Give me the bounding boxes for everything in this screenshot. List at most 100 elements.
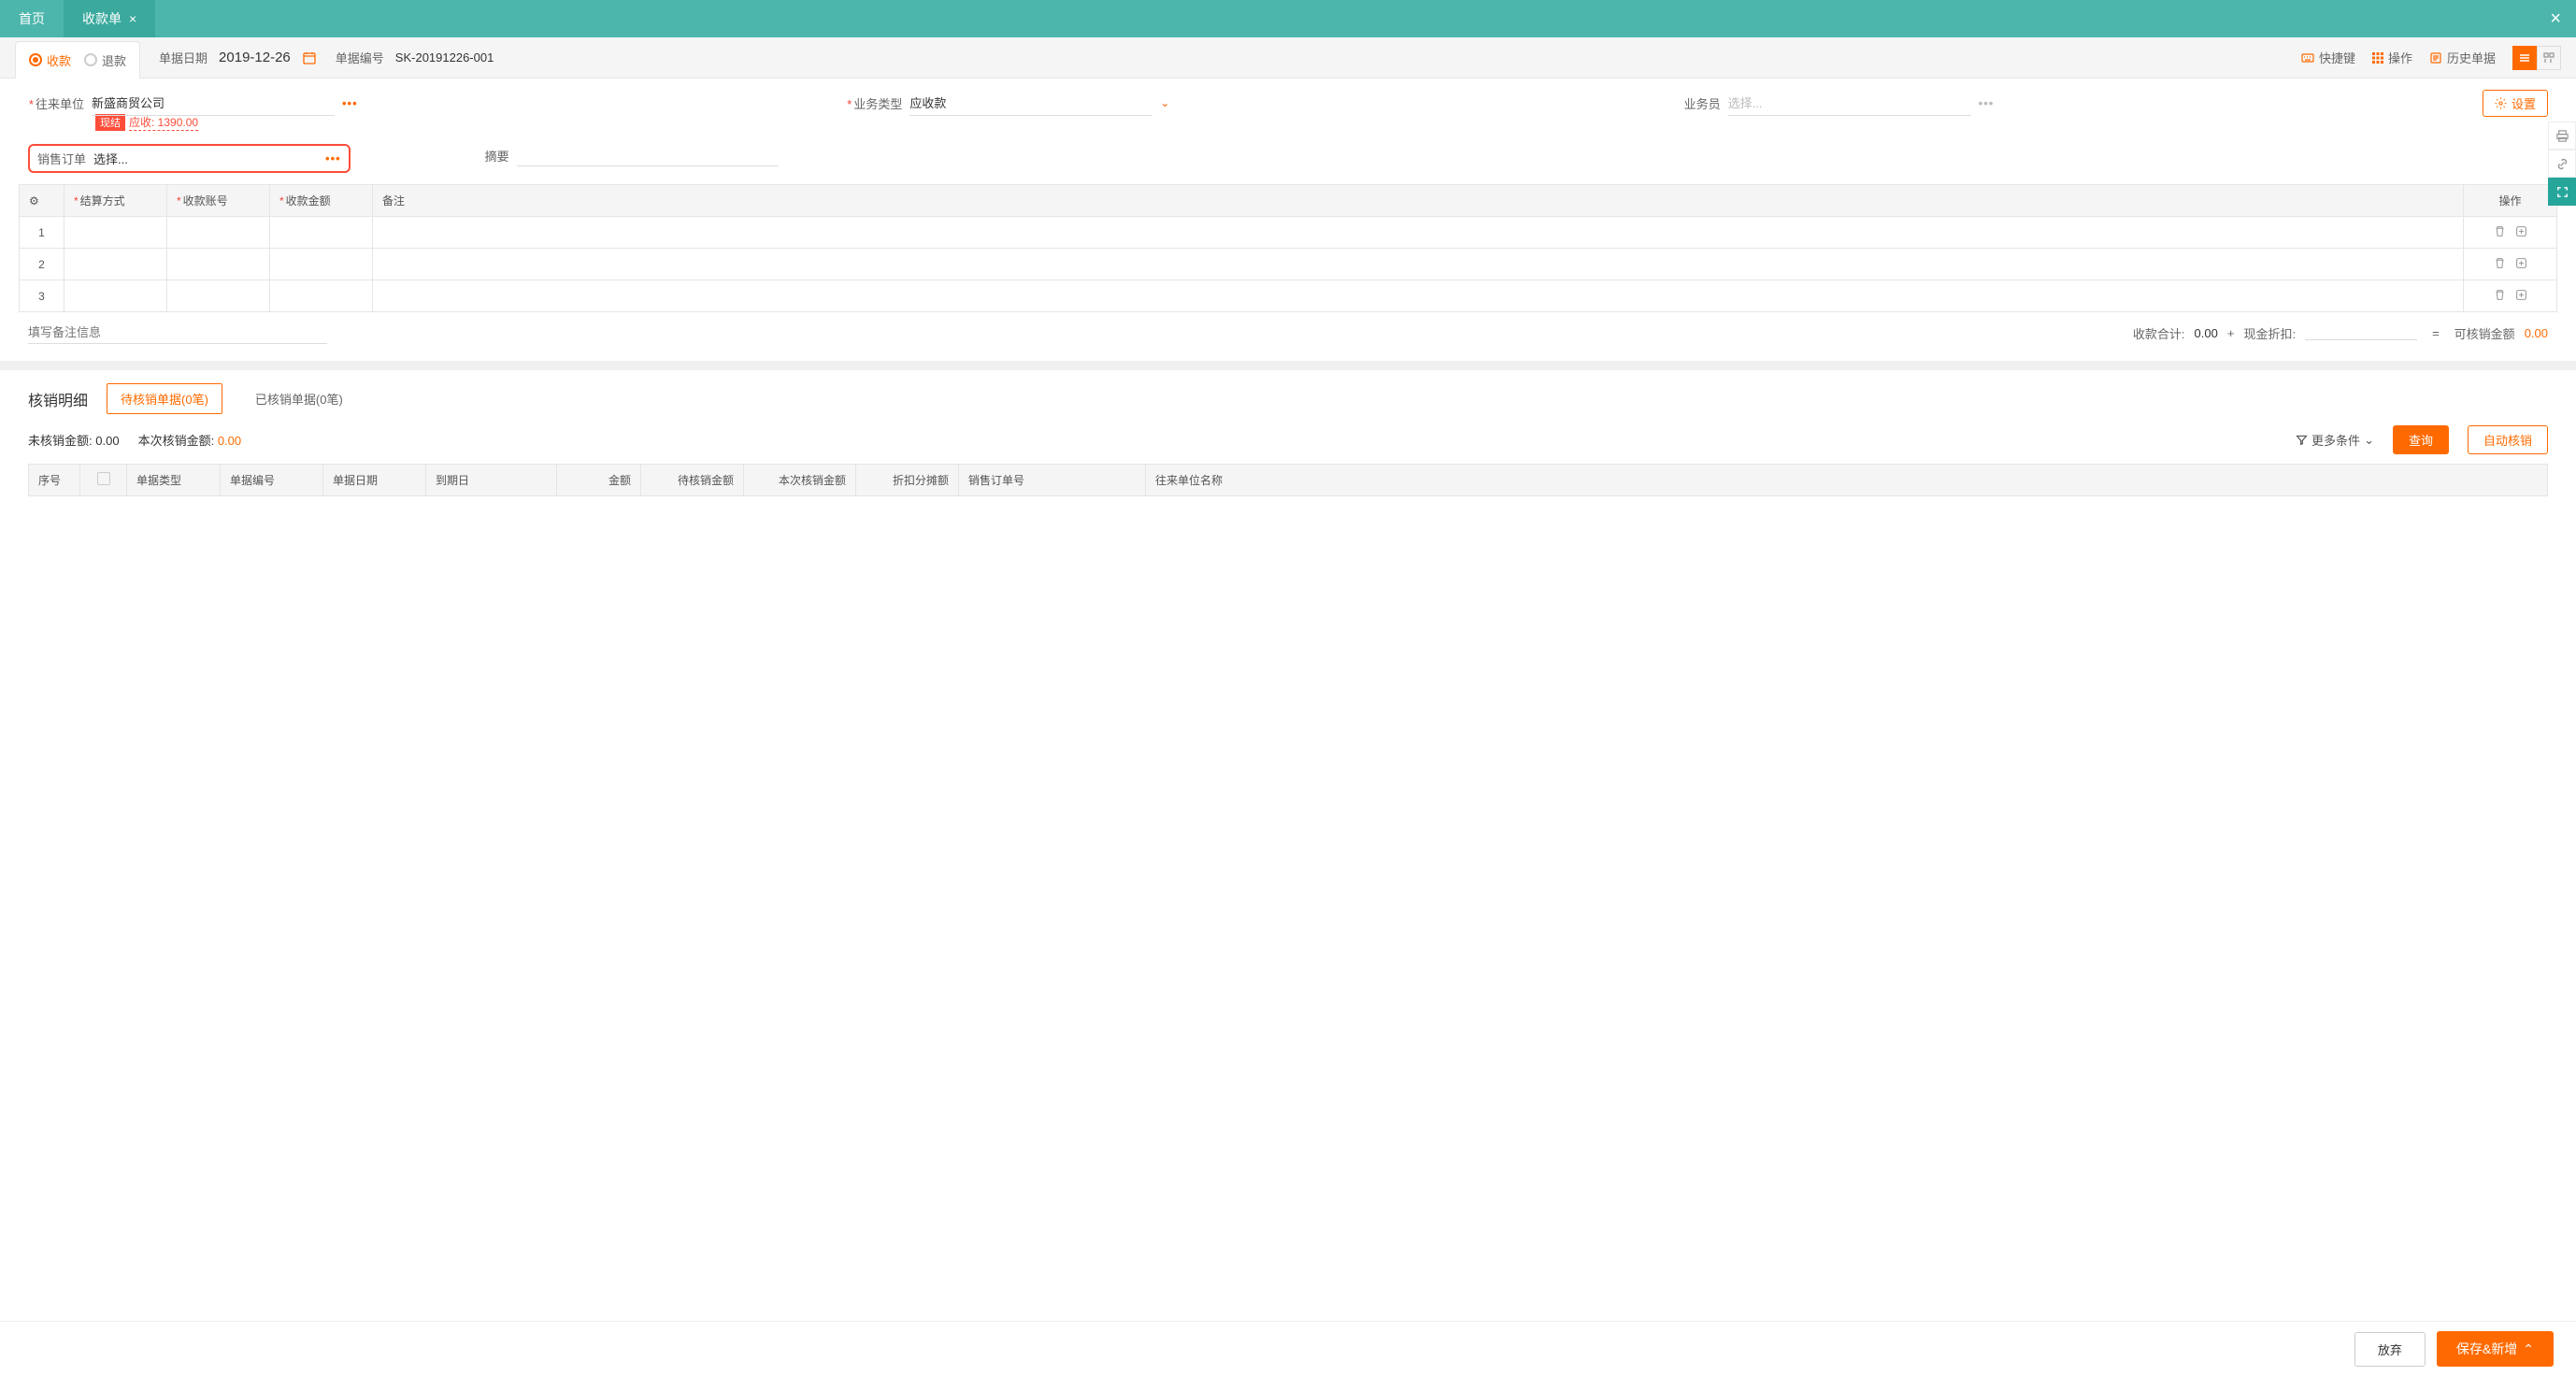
top-tab-bar: 首页 收款单 × × xyxy=(0,0,2576,37)
form-row-1: *往来单位 新盛商贸公司 ••• 现结 应收: 1390.00 *业务类型 应收… xyxy=(28,90,2548,136)
tab-home-label: 首页 xyxy=(19,9,45,28)
biz-type-select[interactable]: 应收款 xyxy=(909,90,1152,116)
tab-done[interactable]: 已核销单据(0笔) xyxy=(241,383,357,414)
keyboard-icon xyxy=(2301,51,2314,64)
ellipsis-icon[interactable]: ••• xyxy=(342,96,358,110)
party-input[interactable]: 新盛商贸公司 xyxy=(92,90,335,116)
gear-icon[interactable]: ⚙ xyxy=(20,185,64,217)
footer: 放弃 保存&新增 ⌃ xyxy=(0,1321,2576,1376)
view-switch xyxy=(2512,46,2561,70)
summary-label: 摘要 xyxy=(453,147,509,165)
tab-home[interactable]: 首页 xyxy=(0,0,64,37)
ellipsis-icon[interactable]: ••• xyxy=(325,151,341,165)
table-row[interactable]: 1 xyxy=(20,217,2557,249)
due-link[interactable]: 应收: 1390.00 xyxy=(129,114,198,131)
tab-pending[interactable]: 待核销单据(0笔) xyxy=(107,383,222,414)
filter-icon xyxy=(2296,434,2308,446)
salesman-label: 业务员 xyxy=(1665,94,1721,112)
operate-button[interactable]: 操作 xyxy=(2367,49,2418,66)
trash-icon[interactable] xyxy=(2494,289,2506,301)
sales-order-input[interactable]: 选择... xyxy=(93,150,318,167)
salesman-input[interactable]: 选择... xyxy=(1728,90,1971,116)
party-badge-row: 现结 应收: 1390.00 xyxy=(95,114,809,131)
party-label: *往来单位 xyxy=(28,94,84,112)
save-button[interactable]: 保存&新增 ⌃ xyxy=(2437,1331,2554,1367)
radio-receipt-label: 收款 xyxy=(47,51,71,69)
checkbox-all[interactable] xyxy=(97,472,110,485)
writeoffable-value: 0.00 xyxy=(2525,326,2548,340)
biz-type-field: *业务类型 应收款 ⌄ xyxy=(846,90,1626,116)
summary-row: 收款合计: 0.00 + 现金折扣: = 可核销金额 0.00 xyxy=(0,312,2576,361)
discount-input[interactable] xyxy=(2305,325,2417,340)
col-settlement: *结算方式 xyxy=(64,185,167,217)
tab-current-label: 收款单 xyxy=(82,9,122,28)
cell-settlement[interactable] xyxy=(64,217,167,249)
form-area: *往来单位 新盛商贸公司 ••• 现结 应收: 1390.00 *业务类型 应收… xyxy=(0,79,2576,184)
discard-button[interactable]: 放弃 xyxy=(2354,1332,2426,1367)
form-row-2: 销售订单 选择... ••• 摘要 xyxy=(28,144,2548,173)
col-seq: 序号 xyxy=(29,465,80,496)
radio-refund[interactable]: 退款 xyxy=(84,51,126,69)
date-value[interactable]: 2019-12-26 xyxy=(219,50,291,65)
settings-button[interactable]: 设置 xyxy=(2483,90,2548,117)
cell-account[interactable] xyxy=(167,249,270,280)
chevron-down-icon[interactable]: ⌄ xyxy=(1160,96,1169,109)
add-row-icon[interactable] xyxy=(2515,225,2527,237)
ellipsis-icon[interactable]: ••• xyxy=(1979,96,1995,110)
query-button[interactable]: 查询 xyxy=(2393,425,2449,454)
summary-field: 摘要 xyxy=(453,144,779,166)
history-icon xyxy=(2429,51,2442,64)
table-row[interactable]: 3 xyxy=(20,280,2557,312)
cell-remark[interactable] xyxy=(373,249,2464,280)
summary-input[interactable] xyxy=(517,144,779,166)
thiswrite-block: 本次核销金额: 0.00 xyxy=(138,431,242,449)
col-amount: 金额 xyxy=(557,465,641,496)
cell-settlement[interactable] xyxy=(64,280,167,312)
cell-ops xyxy=(2464,249,2557,280)
mode-radio-group: 收款 退款 xyxy=(15,41,140,79)
writeoff-grid: 序号 单据类型 单据编号 单据日期 到期日 金额 待核销金额 本次核销金额 折扣… xyxy=(28,464,2548,646)
more-filter-button[interactable]: 更多条件 ⌄ xyxy=(2296,431,2374,449)
col-amount: *收款金额 xyxy=(270,185,373,217)
print-icon[interactable] xyxy=(2548,122,2576,150)
col-no: 单据编号 xyxy=(221,465,323,496)
add-row-icon[interactable] xyxy=(2515,257,2527,269)
close-icon[interactable]: × xyxy=(129,11,136,26)
cell-amount[interactable] xyxy=(270,217,373,249)
more-filter-label: 更多条件 xyxy=(2311,431,2360,449)
payment-grid-wrap: ⚙ *结算方式 *收款账号 *收款金额 备注 操作 1 2 xyxy=(0,184,2576,312)
tab-current[interactable]: 收款单 × xyxy=(64,0,155,37)
history-label: 历史单据 xyxy=(2447,49,2496,66)
view-list-button[interactable] xyxy=(2512,46,2537,70)
radio-receipt[interactable]: 收款 xyxy=(29,51,71,69)
view-grid-button[interactable] xyxy=(2537,46,2561,70)
cell-remark[interactable] xyxy=(373,280,2464,312)
row-number: 3 xyxy=(20,280,64,312)
cell-account[interactable] xyxy=(167,280,270,312)
auto-writeoff-button[interactable]: 自动核销 xyxy=(2468,425,2548,454)
cell-amount[interactable] xyxy=(270,249,373,280)
table-row[interactable]: 2 xyxy=(20,249,2557,280)
calendar-icon[interactable] xyxy=(302,50,317,65)
trash-icon[interactable] xyxy=(2494,257,2506,269)
history-button[interactable]: 历史单据 xyxy=(2424,49,2501,66)
cell-amount[interactable] xyxy=(270,280,373,312)
cell-remark[interactable] xyxy=(373,217,2464,249)
col-remark: 备注 xyxy=(373,185,2464,217)
operate-label: 操作 xyxy=(2388,49,2412,66)
cell-account[interactable] xyxy=(167,217,270,249)
trash-icon[interactable] xyxy=(2494,225,2506,237)
expand-icon[interactable] xyxy=(2548,178,2576,206)
radio-icon xyxy=(29,53,42,66)
cell-settlement[interactable] xyxy=(64,249,167,280)
remark-input[interactable] xyxy=(28,322,327,344)
col-due: 到期日 xyxy=(426,465,557,496)
shortcut-button[interactable]: 快捷键 xyxy=(2296,49,2361,66)
doc-no-value: SK-20191226-001 xyxy=(395,50,494,64)
link-icon[interactable] xyxy=(2548,150,2576,178)
cell-ops xyxy=(2464,280,2557,312)
col-this: 本次核销金额 xyxy=(744,465,856,496)
add-row-icon[interactable] xyxy=(2515,289,2527,301)
window-close-button[interactable]: × xyxy=(2535,0,2576,37)
col-disc: 折扣分摊额 xyxy=(856,465,959,496)
